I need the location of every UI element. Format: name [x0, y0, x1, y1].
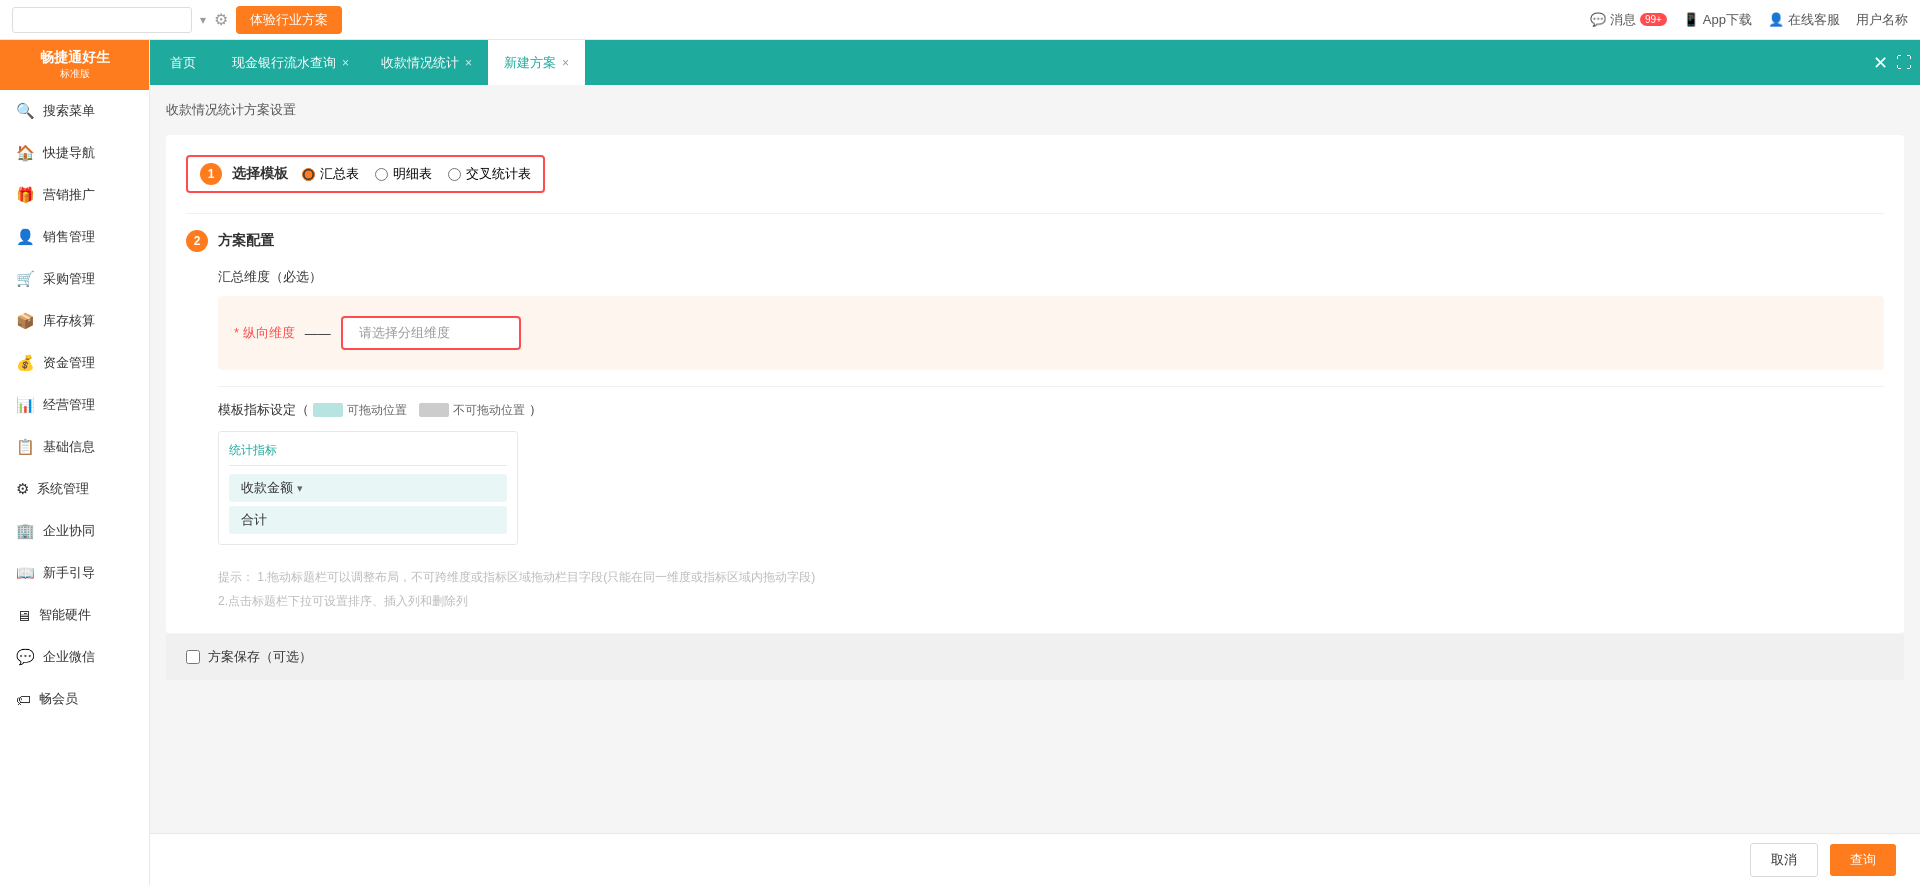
save-option-section: 方案保存（可选）: [166, 634, 1904, 680]
radio-detail[interactable]: 明细表: [375, 165, 432, 183]
money-icon: 💰: [16, 354, 35, 372]
tips-section: 提示： 1.拖动标题栏可以调整布局，不可跨维度或指标区域拖动栏目字段(只能在同一…: [218, 565, 1884, 613]
metric-tag-amount[interactable]: 收款金额 ▾: [229, 474, 507, 502]
fixed-legend-dot: [419, 403, 449, 417]
step2-circle: 2: [186, 230, 208, 252]
notification-badge: 99+: [1640, 13, 1667, 26]
radio-summary[interactable]: 汇总表: [302, 165, 359, 183]
service-icon: 👤: [1768, 12, 1784, 27]
template-radio-group: 汇总表 明细表 交叉统计表: [302, 165, 531, 183]
sidebar-logo: 畅捷通好生 标准版: [0, 40, 149, 90]
gift-icon: 🎁: [16, 186, 35, 204]
tab-close-receipts[interactable]: ×: [465, 56, 472, 70]
arrow-separator: ——: [305, 326, 331, 341]
tab-home[interactable]: 首页: [150, 40, 216, 85]
sidebar-item-quicknav[interactable]: 🏠 快捷导航: [0, 132, 149, 174]
chevron-down-icon: ▾: [297, 482, 303, 495]
tab-bar: 首页 现金银行流水查询 × 收款情况统计 × 新建方案 × ✕ ⛶: [150, 40, 1920, 85]
gear-icon: ⚙: [16, 480, 29, 498]
message-icon: 💬: [1590, 12, 1606, 27]
bottom-bar: 取消 查询: [150, 833, 1920, 885]
book-icon: 📖: [16, 564, 35, 582]
sidebar-item-operations[interactable]: 📊 经营管理: [0, 384, 149, 426]
metric-section-label: 统计指标: [229, 442, 507, 466]
sidebar-item-system[interactable]: ⚙ 系统管理: [0, 468, 149, 510]
row-dimension-label: * 纵向维度: [234, 324, 295, 342]
sidebar-item-search[interactable]: 🔍 搜索菜单: [0, 90, 149, 132]
enterprise-icon: 🏢: [16, 522, 35, 540]
step1-circle: 1: [200, 163, 222, 185]
sidebar-item-beginner[interactable]: 📖 新手引导: [0, 552, 149, 594]
sidebar-item-member[interactable]: 🏷 畅会员: [0, 678, 149, 720]
search-icon: 🔍: [16, 102, 35, 120]
sidebar-item-basic-info[interactable]: 📋 基础信息: [0, 426, 149, 468]
main-card: 1 选择模板 汇总表 明细表: [166, 135, 1904, 633]
breadcrumb: 收款情况统计方案设置: [166, 101, 1904, 119]
fixed-legend-label: 不可拖动位置: [453, 402, 525, 419]
hardware-icon: 🖥: [16, 607, 31, 624]
wechat-icon: 💬: [16, 648, 35, 666]
download-icon: 📱: [1683, 12, 1699, 27]
app-download-item[interactable]: 📱 App下载: [1683, 11, 1752, 29]
dimension-box: * 纵向维度 —— 请选择分组维度: [218, 296, 1884, 370]
step1-label: 选择模板: [232, 165, 288, 183]
metric-table-area: 统计指标 收款金额 ▾ 合计: [218, 431, 518, 545]
divider-2: [218, 386, 1884, 387]
online-service-item[interactable]: 👤 在线客服: [1768, 11, 1840, 29]
settings-icon[interactable]: ⚙: [214, 10, 228, 29]
chart-icon: 📊: [16, 396, 35, 414]
radio-cross[interactable]: 交叉统计表: [448, 165, 531, 183]
tab-close-cashflow[interactable]: ×: [342, 56, 349, 70]
dimension-select[interactable]: 请选择分组维度: [341, 316, 521, 350]
save-label[interactable]: 方案保存（可选）: [208, 648, 312, 666]
sidebar-item-purchase[interactable]: 🛒 采购管理: [0, 258, 149, 300]
query-button[interactable]: 查询: [1830, 844, 1896, 876]
step2-label: 方案配置: [218, 232, 274, 250]
cancel-button[interactable]: 取消: [1750, 843, 1818, 877]
dimension-section-label: 汇总维度（必选）: [218, 268, 1884, 286]
sidebar-item-inventory[interactable]: 📦 库存核算: [0, 300, 149, 342]
sidebar-item-enterprise-collab[interactable]: 🏢 企业协同: [0, 510, 149, 552]
user-icon: 👤: [16, 228, 35, 246]
tab-close-new-plan[interactable]: ×: [562, 56, 569, 70]
page-content: 收款情况统计方案设置 1 选择模板 汇总表: [150, 85, 1920, 833]
home-icon: 🏠: [16, 144, 35, 162]
sidebar-item-hardware[interactable]: 🖥 智能硬件: [0, 594, 149, 636]
box-icon: 📦: [16, 312, 35, 330]
tag-icon: 🏷: [16, 691, 31, 708]
sidebar-item-wechat[interactable]: 💬 企业微信: [0, 636, 149, 678]
cart-icon: 🛒: [16, 270, 35, 288]
notification-item[interactable]: 💬 消息 99+: [1590, 11, 1667, 29]
sidebar-item-sales[interactable]: 👤 销售管理: [0, 216, 149, 258]
save-checkbox[interactable]: [186, 650, 200, 664]
divider-1: [186, 213, 1884, 214]
search-input[interactable]: [12, 7, 192, 33]
tab-close-all-icon[interactable]: ✕: [1873, 52, 1888, 74]
metric-total-row: 合计: [229, 506, 507, 534]
username-display: 用户名称: [1856, 11, 1908, 29]
dropdown-arrow-icon[interactable]: ▾: [200, 13, 206, 27]
tab-expand-icon[interactable]: ⛶: [1896, 54, 1912, 72]
tab-receipts[interactable]: 收款情况统计 ×: [365, 40, 488, 85]
metric-settings-header: 模板指标设定（ 可拖动位置 不可拖动位置 ）: [218, 401, 1884, 419]
sidebar-item-finance[interactable]: 💰 资金管理: [0, 342, 149, 384]
draggable-legend-dot: [313, 403, 343, 417]
sidebar-item-marketing[interactable]: 🎁 营销推广: [0, 174, 149, 216]
industry-solution-button[interactable]: 体验行业方案: [236, 6, 342, 34]
tab-new-plan[interactable]: 新建方案 ×: [488, 40, 585, 85]
info-icon: 📋: [16, 438, 35, 456]
draggable-legend-label: 可拖动位置: [347, 402, 407, 419]
tab-cashflow[interactable]: 现金银行流水查询 ×: [216, 40, 365, 85]
